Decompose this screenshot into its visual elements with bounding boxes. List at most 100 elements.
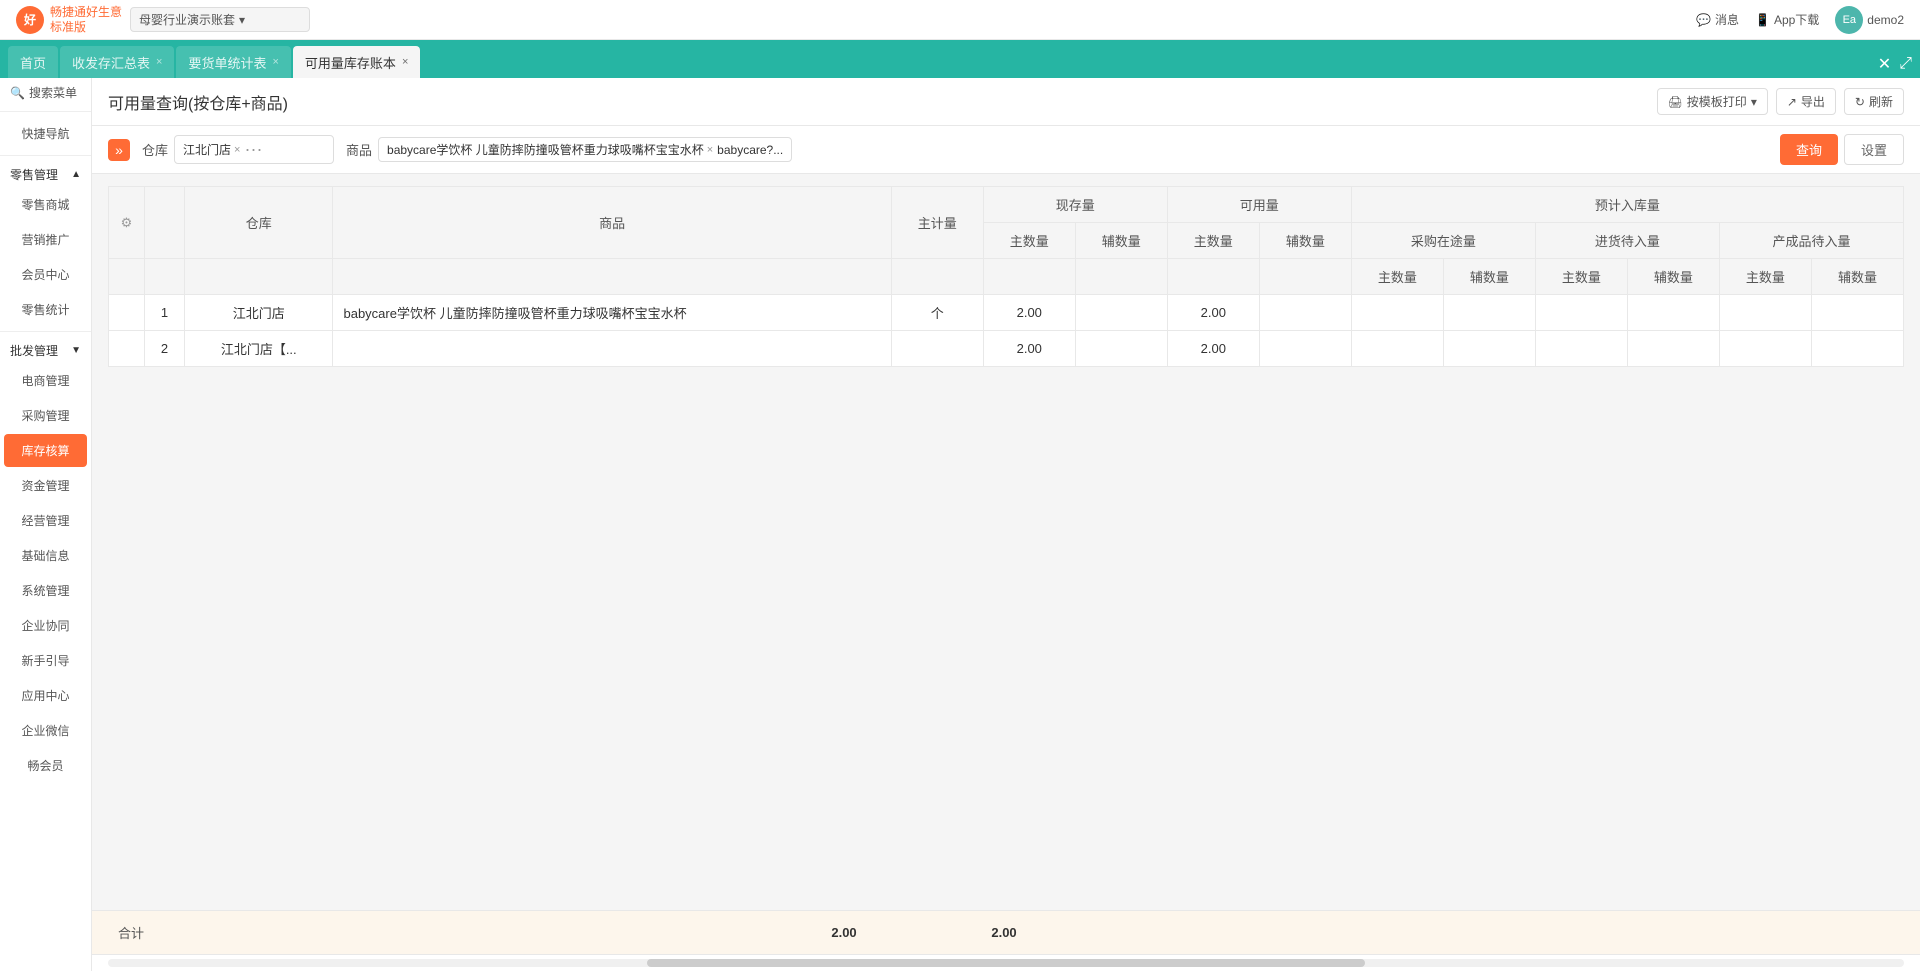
th-product-main: 主数量: [1719, 259, 1811, 295]
logo-icon: 好: [16, 6, 44, 34]
cell-warehouse: 江北门店: [185, 295, 333, 331]
export-btn[interactable]: ↗ 导出: [1776, 88, 1836, 115]
chevron-down-icon: ▾: [1751, 95, 1757, 109]
page-header-actions: 🖨 按模板打印 ▾ ↗ 导出 ↻ 刷新: [1657, 88, 1904, 125]
search-menu-btn[interactable]: 🔍 搜索菜单: [0, 78, 91, 107]
th-purchase-main: 主数量: [1351, 259, 1443, 295]
cell-avail-aux: [1259, 331, 1351, 367]
minimize-icon[interactable]: ⤢: [1899, 55, 1912, 73]
tab-close-icon[interactable]: ×: [272, 56, 278, 68]
warehouse-tag: 江北门店 ×: [183, 141, 240, 158]
th-product-aux: 辅数量: [1811, 259, 1903, 295]
logo-text: 畅捷通好生意 标准版: [50, 5, 122, 34]
sidebar-item-quick-nav[interactable]: 快捷导航: [4, 117, 87, 150]
tab-order-stats[interactable]: 要货单统计表 ×: [176, 46, 290, 78]
sidebar-item-sys-mgmt[interactable]: 系统管理: [4, 574, 87, 607]
filter-group-product: 商品 babycare学饮杯 儿童防摔防撞吸管杯重力球吸嘴杯宝宝水杯 × bab…: [346, 137, 792, 162]
th-main-unit: 主计量: [891, 187, 983, 259]
sidebar-item-ecom[interactable]: 电商管理: [4, 364, 87, 397]
content-area: 可用量查询(按仓库+商品) 🖨 按模板打印 ▾ ↗ 导出 ↻ 刷新 »: [92, 78, 1920, 971]
message-icon: 💬: [1696, 13, 1711, 27]
th-warehouse: 仓库: [185, 187, 333, 259]
refresh-btn[interactable]: ↻ 刷新: [1844, 88, 1904, 115]
refresh-icon: ↻: [1855, 95, 1865, 109]
table-row: 2 江北门店【... 2.00 2.00: [109, 331, 1904, 367]
sidebar-item-member[interactable]: 会员中心: [4, 258, 87, 291]
sidebar-group-retail[interactable]: 零售管理 ▲: [0, 160, 91, 187]
cell-product: [333, 331, 891, 367]
cell-incoming-aux: [1627, 295, 1719, 331]
org-selector[interactable]: 母婴行业演示账套 ▾: [130, 7, 310, 32]
chevron-down-icon: ▼: [71, 345, 81, 356]
sidebar-divider-2: [0, 155, 91, 156]
page-title: 可用量查询(按仓库+商品): [108, 90, 288, 124]
tab-available-inventory[interactable]: 可用量库存账本 ×: [293, 46, 420, 78]
tab-receive-summary[interactable]: 收发存汇总表 ×: [60, 46, 174, 78]
top-bar-right: 💬 消息 📱 App下载 Ea demo2: [1696, 6, 1904, 34]
nav-tab-actions: ✕ ⤢: [1878, 54, 1912, 78]
filter-actions: 查询 设置: [1780, 134, 1904, 165]
sidebar-item-inventory[interactable]: 库存核算: [4, 434, 87, 467]
tab-close-icon[interactable]: ×: [156, 56, 162, 68]
sidebar-item-purchase[interactable]: 采购管理: [4, 399, 87, 432]
th-avail-main: 主数量: [1167, 223, 1259, 259]
search-icon: 🔍: [10, 86, 25, 100]
filter-expand-btn[interactable]: »: [108, 139, 130, 161]
cell-settings: [109, 331, 145, 367]
th-current-main: 主数量: [983, 223, 1075, 259]
cell-warehouse: 江北门店【...: [185, 331, 333, 367]
warehouse-more-icon[interactable]: ···: [244, 139, 262, 160]
sidebar-item-new-guide[interactable]: 新手引导: [4, 644, 87, 677]
app-download-btn[interactable]: 📱 App下载: [1755, 11, 1819, 28]
table-container: ⚙ 仓库 商品 主计量 现存量: [92, 174, 1920, 910]
sidebar-item-basic-info[interactable]: 基础信息: [4, 539, 87, 572]
top-bar: 好 畅捷通好生意 标准版 母婴行业演示账套 ▾ 💬 消息 📱 App下载 Ea …: [0, 0, 1920, 40]
cell-no: 2: [145, 331, 185, 367]
th-group-current: 现存量: [983, 187, 1167, 223]
cell-incoming-main: [1535, 295, 1627, 331]
product-tag-1-close[interactable]: ×: [707, 144, 713, 156]
query-btn[interactable]: 查询: [1780, 134, 1838, 165]
sidebar-item-app-center[interactable]: 应用中心: [4, 679, 87, 712]
close-window-icon[interactable]: ✕: [1878, 54, 1891, 74]
cell-purchase-main: [1351, 295, 1443, 331]
table-row: 1 江北门店 babycare学饮杯 儿童防摔防撞吸管杯重力球吸嘴杯宝宝水杯 个…: [109, 295, 1904, 331]
footer-label: 合计: [108, 919, 154, 946]
sidebar-group-wholesale[interactable]: 批发管理 ▼: [0, 336, 91, 363]
sidebar-item-retail-stats[interactable]: 零售统计: [4, 293, 87, 326]
message-btn[interactable]: 💬 消息: [1696, 11, 1739, 28]
sidebar-item-vip[interactable]: 畅会员: [4, 749, 87, 782]
sidebar-item-corp-collab[interactable]: 企业协同: [4, 609, 87, 642]
cell-main-unit: [891, 331, 983, 367]
product-filter-input[interactable]: babycare学饮杯 儿童防摔防撞吸管杯重力球吸嘴杯宝宝水杯 × babyca…: [378, 137, 792, 162]
print-btn[interactable]: 🖨 按模板打印 ▾: [1657, 88, 1768, 115]
app-icon: 📱: [1755, 13, 1770, 27]
tab-close-icon[interactable]: ×: [402, 56, 408, 68]
cell-product: babycare学饮杯 儿童防摔防撞吸管杯重力球吸嘴杯宝宝水杯: [333, 295, 891, 331]
sidebar-item-finance[interactable]: 资金管理: [4, 469, 87, 502]
scroll-thumb[interactable]: [647, 959, 1365, 967]
cell-purchase-aux: [1443, 295, 1535, 331]
sidebar-item-ops[interactable]: 经营管理: [4, 504, 87, 537]
footer-available-main: 2.00: [964, 925, 1044, 940]
tab-home[interactable]: 首页: [8, 46, 58, 78]
scroll-bar-area: [92, 954, 1920, 971]
filter-group-warehouse: 仓库 江北门店 × ···: [142, 135, 334, 164]
user-menu[interactable]: Ea demo2: [1835, 6, 1904, 34]
cell-avail-main: 2.00: [1167, 295, 1259, 331]
warehouse-tag-close[interactable]: ×: [234, 144, 240, 156]
sidebar-item-retail-mall[interactable]: 零售商城: [4, 188, 87, 221]
nav-tabs: 首页 收发存汇总表 × 要货单统计表 × 可用量库存账本 × ✕ ⤢: [0, 40, 1920, 78]
sidebar-item-corp-wechat[interactable]: 企业微信: [4, 714, 87, 747]
settings-btn[interactable]: 设置: [1844, 134, 1904, 165]
cell-product-aux: [1811, 331, 1903, 367]
warehouse-filter-input[interactable]: 江北门店 × ···: [174, 135, 334, 164]
settings-icon[interactable]: ⚙: [121, 215, 133, 230]
scroll-track[interactable]: [108, 959, 1904, 967]
sidebar-divider-1: [0, 111, 91, 112]
sidebar-item-marketing[interactable]: 营销推广: [4, 223, 87, 256]
th-product-title: 产成品待入量: [1719, 223, 1903, 259]
logo-area: 好 畅捷通好生意 标准版: [16, 5, 122, 34]
th-settings[interactable]: ⚙: [109, 187, 145, 259]
th-product: 商品: [333, 187, 891, 259]
